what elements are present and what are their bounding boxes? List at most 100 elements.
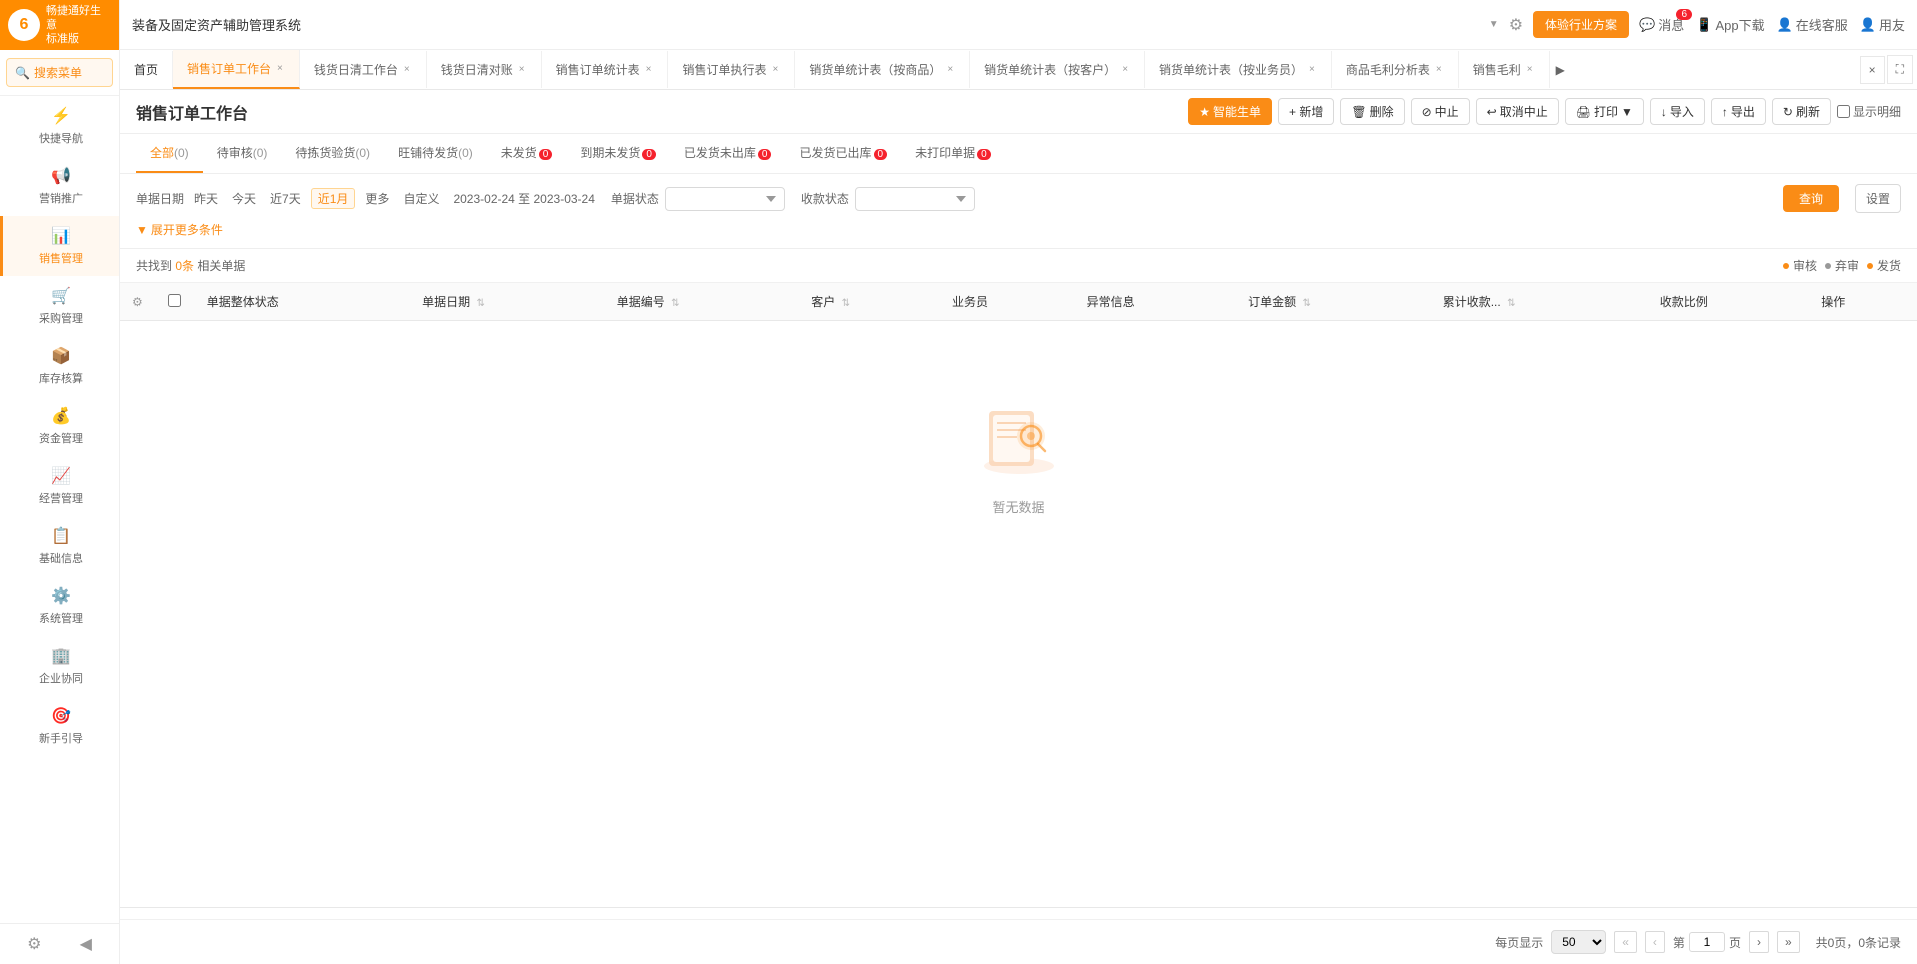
tab-close-sales-exec[interactable]: × [770,63,780,76]
horizontal-scrollbar[interactable] [120,907,1917,919]
operations-icon: 📈 [51,466,71,486]
tab-sales-summary-product[interactable]: 销货单统计表（按商品） × [795,51,970,88]
sidebar-item-finance[interactable]: 💰 资金管理 [0,396,119,456]
tab-maximize-button[interactable]: ⛶ [1887,55,1913,84]
sidebar-item-marketing[interactable]: 📢 营销推广 [0,156,119,216]
show-detail-checkbox[interactable] [1837,105,1850,118]
tab-sales-exec[interactable]: 销售订单执行表 × [668,51,795,88]
date-option-1month[interactable]: 近1月 [311,188,356,209]
date-option-today[interactable]: 今天 [228,188,260,209]
sidebar-item-operations[interactable]: 📈 经营管理 [0,456,119,516]
filter-tab-all[interactable]: 全部(0) [136,134,203,173]
tab-close-sales-profit[interactable]: × [1525,63,1535,76]
date-options: 昨天 今天 近7天 近1月 更多 自定义 [190,188,443,209]
filter-tab-pending-review[interactable]: 待审核(0) [203,134,282,173]
sidebar-item-enterprise[interactable]: 🏢 企业协同 [0,636,119,696]
filter-tab-not-printed[interactable]: 未打印单据0 [901,134,1005,173]
sidebar-item-guide[interactable]: 🎯 新手引导 [0,696,119,756]
show-detail-label[interactable]: 显示明细 [1837,103,1901,120]
tab-cash-reconcile[interactable]: 钱货日清对账 × [427,51,542,88]
smart-create-button[interactable]: ★ 智能生单 [1188,98,1272,125]
online-service-button[interactable]: 👤 在线客服 [1777,15,1848,34]
sidebar-collapse-button[interactable]: ◀ [80,934,92,954]
col-collected[interactable]: 累计收款... ⇅ [1431,283,1648,321]
prev-page-button[interactable]: ‹ [1645,931,1665,953]
sidebar-item-system[interactable]: ⚙️ 系统管理 [0,576,119,636]
sidebar-item-basic-info[interactable]: 📋 基础信息 [0,516,119,576]
filter-tab-wangpu[interactable]: 旺铺待发货(0) [384,134,487,173]
system-dropdown-arrow[interactable]: ▼ [1489,19,1499,30]
col-date[interactable]: 单据日期 ⇅ [410,283,605,321]
tab-product-margin[interactable]: 商品毛利分析表 × [1332,51,1459,88]
page-number-input[interactable] [1689,932,1725,952]
date-option-7days[interactable]: 近7天 [266,188,305,209]
tab-sales-workbench[interactable]: 销售订单工作台 × [173,50,300,89]
tab-close-sales-summary-staff[interactable]: × [1307,63,1317,76]
tab-home[interactable]: 首页 [120,51,173,88]
date-option-yesterday[interactable]: 昨天 [190,188,222,209]
tab-close-product-margin[interactable]: × [1434,63,1444,76]
tab-close-sales-summary-product[interactable]: × [945,63,955,76]
tab-sales-profit[interactable]: 销售毛利 × [1459,51,1550,88]
tab-bar: 首页 销售订单工作台 × 钱货日清工作台 × 钱货日清对账 × 销售订单统计表 … [120,50,1917,90]
tab-close-sales-stats[interactable]: × [644,63,654,76]
tab-sales-summary-staff[interactable]: 销货单统计表（按业务员） × [1145,51,1332,88]
message-button[interactable]: 💬 消息 6 [1639,15,1684,34]
search-settings-button[interactable]: 设置 [1855,184,1901,213]
tab-sales-stats[interactable]: 销售订单统计表 × [542,51,669,88]
payment-select[interactable] [855,187,975,211]
user-menu[interactable]: 👤 用友 [1860,15,1905,34]
filter-tab-not-shipped[interactable]: 未发货0 [487,134,567,173]
sidebar-nav: ⚡ 快捷导航 📢 营销推广 📊 销售管理 🛒 采购管理 📦 库存核算 💰 资金管… [0,96,119,923]
filter-tab-pending-inspect[interactable]: 待拣货验货(0) [281,134,384,173]
review-action[interactable]: 审核 [1783,257,1817,274]
tab-cash-daily[interactable]: 钱货日清工作台 × [300,51,427,88]
first-page-button[interactable]: « [1614,931,1637,953]
sidebar: 6 畅捷通好生意 标准版 🔍 搜索菜单 ⚡ 快捷导航 📢 营销推广 📊 销售管理… [0,0,120,964]
new-button[interactable]: + 新增 [1278,98,1334,125]
sidebar-item-inventory[interactable]: 📦 库存核算 [0,336,119,396]
header-settings-icon[interactable]: ⚙ [1509,15,1523,35]
cancel-review-action[interactable]: 弃审 [1825,257,1859,274]
print-button[interactable]: 🖨 打印 ▼ [1565,98,1644,125]
date-option-custom[interactable]: 自定义 [399,188,443,209]
import-button[interactable]: ↓ 导入 [1650,98,1705,125]
col-checkbox [155,283,195,321]
sidebar-item-purchase[interactable]: 🛒 采购管理 [0,276,119,336]
filter-tab-shipped-out[interactable]: 已发货已出库0 [785,134,901,173]
last-page-button[interactable]: » [1777,931,1800,953]
sidebar-item-quick-nav[interactable]: ⚡ 快捷导航 [0,96,119,156]
cancel-stop-button[interactable]: ↩ 取消中止 [1476,98,1559,125]
ship-action[interactable]: 发货 [1867,257,1901,274]
tab-close-sales-summary-customer[interactable]: × [1120,63,1130,76]
experience-button[interactable]: 体验行业方案 [1533,11,1629,38]
col-number[interactable]: 单据编号 ⇅ [605,283,800,321]
status-select[interactable] [665,187,785,211]
tab-close-all-button[interactable]: × [1860,56,1885,84]
date-option-more[interactable]: 更多 [361,188,393,209]
status-field: 单据状态 [611,187,785,211]
query-button[interactable]: 查询 [1783,185,1839,212]
sidebar-settings-button[interactable]: ⚙ [27,934,41,954]
export-button[interactable]: ↑ 导出 [1711,98,1766,125]
col-amount[interactable]: 订单金额 ⇅ [1236,283,1431,321]
tab-close-sales-workbench[interactable]: × [275,62,285,75]
tab-close-cash-reconcile[interactable]: × [517,63,527,76]
app-download-button[interactable]: 📱 App下载 [1696,15,1764,34]
tab-close-cash-daily[interactable]: × [402,63,412,76]
filter-tab-shipped-not-out[interactable]: 已发货未出库0 [670,134,786,173]
search-menu-button[interactable]: 🔍 搜索菜单 [6,58,113,87]
sidebar-item-sales[interactable]: 📊 销售管理 [0,216,119,276]
col-customer[interactable]: 客户 ⇅ [799,283,940,321]
page-size-select[interactable]: 50 10 20 100 [1551,930,1606,954]
next-page-button[interactable]: › [1749,931,1769,953]
refresh-button[interactable]: ↻ 刷新 [1772,98,1831,125]
tab-sales-summary-customer[interactable]: 销货单统计表（按客户） × [970,51,1145,88]
stop-button[interactable]: ⊘ 中止 [1411,98,1470,125]
expand-conditions-button[interactable]: ▼ 展开更多条件 [136,221,1901,238]
delete-button[interactable]: 🗑 删除 [1340,98,1404,125]
select-all-checkbox[interactable] [168,294,181,307]
tab-nav-more[interactable]: ▶ [1550,55,1571,85]
col-settings[interactable]: ⚙ [120,283,155,321]
filter-tab-expired-not-shipped[interactable]: 到期未发货0 [566,134,670,173]
